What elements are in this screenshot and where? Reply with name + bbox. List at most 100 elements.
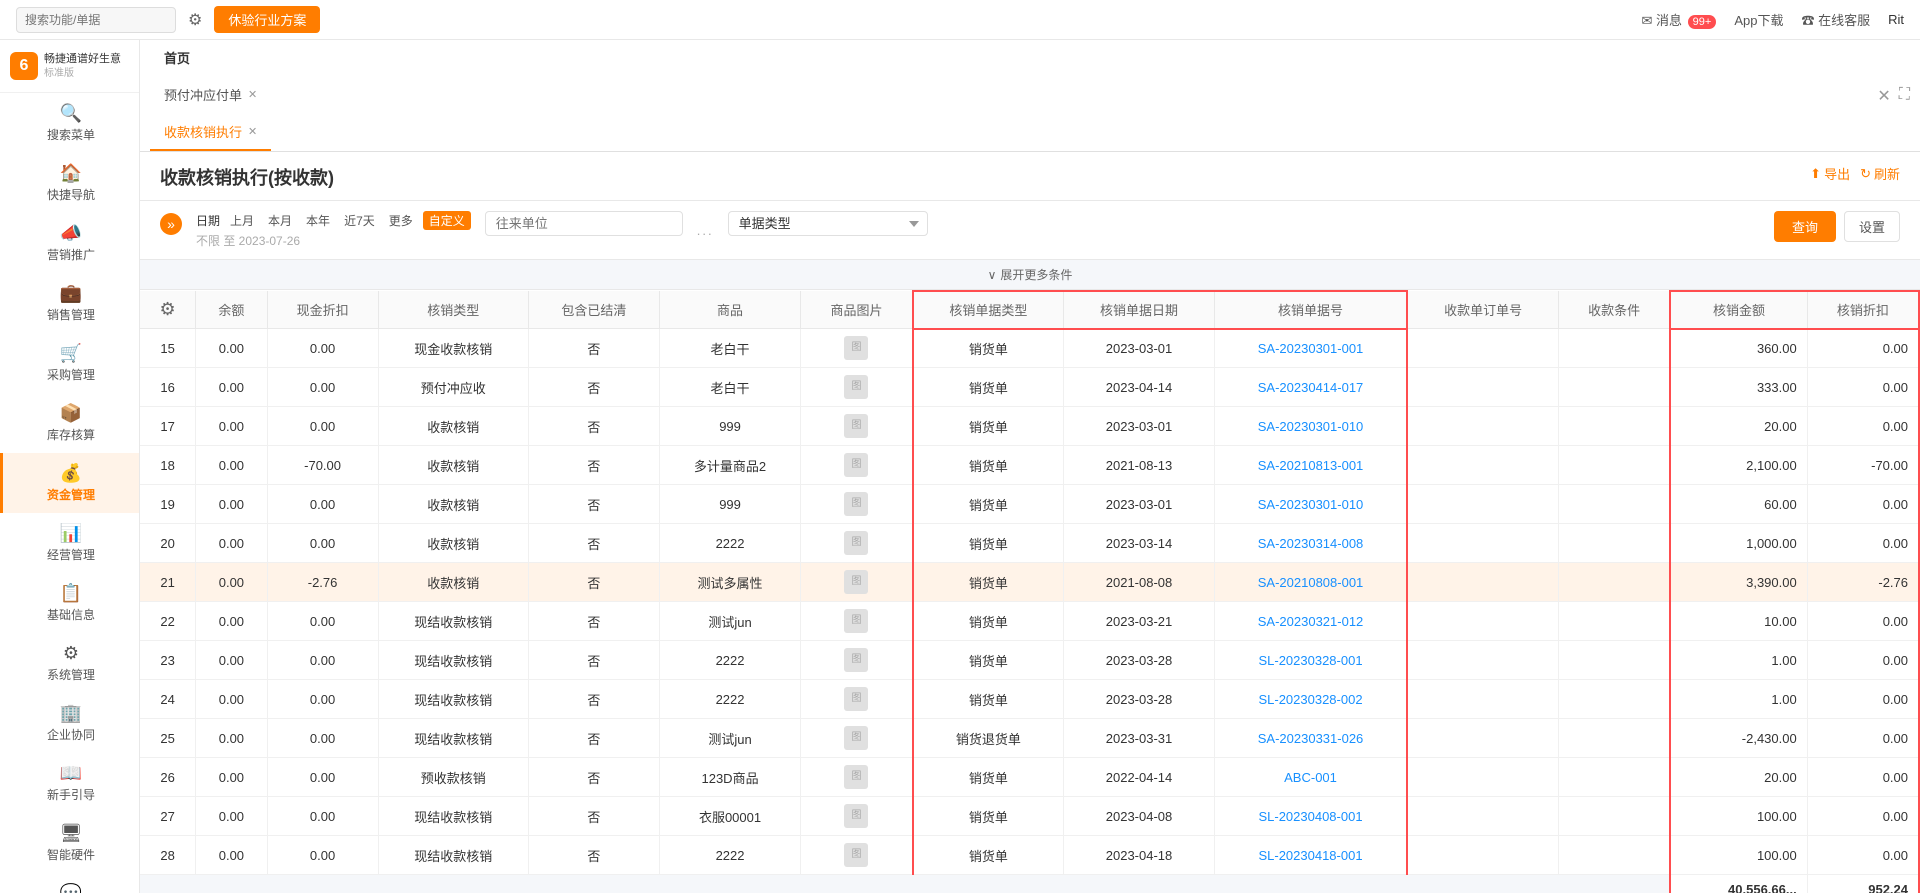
- bill-type-select[interactable]: 单据类型: [728, 211, 928, 236]
- tab-close-prepay[interactable]: ✕: [248, 88, 257, 101]
- sidebar-item-marketing[interactable]: 📣 营销推广: [0, 213, 139, 273]
- more-date-btn[interactable]: 更多: [385, 211, 417, 230]
- cell-id: 20: [140, 524, 196, 563]
- date-range-text: 不限 至 2023-07-26: [196, 232, 471, 249]
- th-cash-discount: 现金折扣: [267, 291, 378, 329]
- tab-home[interactable]: 首页: [150, 40, 271, 77]
- cell-id: 25: [140, 719, 196, 758]
- cell-wo-bill-date: 2023-04-14: [1064, 368, 1214, 407]
- refresh-button[interactable]: ↻ 刷新: [1860, 164, 1900, 183]
- cell-wo-discount: 0.00: [1807, 680, 1919, 719]
- solution-button[interactable]: 休验行业方案: [214, 6, 320, 33]
- expand-icon[interactable]: ⛶: [1899, 86, 1910, 106]
- sidebar-item-guide[interactable]: 📖 新手引导: [0, 753, 139, 813]
- table-row: 24 0.00 0.00 现结收款核销 否 2222 图 销货单 2023-03…: [140, 680, 1919, 719]
- cell-goods: 衣服00001: [659, 797, 801, 836]
- table-row: 23 0.00 0.00 现结收款核销 否 2222 图 销货单 2023-03…: [140, 641, 1919, 680]
- this-month-btn[interactable]: 本月: [264, 211, 296, 230]
- query-button[interactable]: 查询: [1774, 211, 1836, 242]
- cell-id: 15: [140, 329, 196, 368]
- cell-included-settled: 否: [529, 485, 660, 524]
- last-month-btn[interactable]: 上月: [226, 211, 258, 230]
- filter-settings-button[interactable]: 设置: [1844, 211, 1900, 242]
- tab-prepay[interactable]: 预付冲应付单✕: [150, 77, 271, 114]
- table-row: 21 0.00 -2.76 收款核销 否 测试多属性 图 销货单 2021-08…: [140, 563, 1919, 602]
- bill-no-link[interactable]: SA-20230314-008: [1258, 536, 1364, 551]
- message-label[interactable]: ✉ 消息 99+: [1642, 10, 1717, 29]
- app-download-link[interactable]: App下载: [1734, 10, 1783, 29]
- close-window-icon[interactable]: ✕: [1877, 86, 1890, 106]
- bill-no-link[interactable]: SL-20230328-001: [1258, 653, 1362, 668]
- settings-icon[interactable]: ⚙: [188, 10, 202, 30]
- cell-wo-discount: 0.00: [1807, 797, 1919, 836]
- bill-no-link[interactable]: ABC-001: [1284, 770, 1337, 785]
- cell-wo-amount: 1,000.00: [1670, 524, 1807, 563]
- bill-no-link[interactable]: SA-20230321-012: [1258, 614, 1364, 629]
- cell-wo-bill-no: SA-20230321-012: [1214, 602, 1407, 641]
- cell-goods: 999: [659, 407, 801, 446]
- cell-wo-bill-no: SA-20230331-026: [1214, 719, 1407, 758]
- cell-id: 19: [140, 485, 196, 524]
- sidebar-item-corp[interactable]: 🏢 企业协同: [0, 693, 139, 753]
- this-year-btn[interactable]: 本年: [302, 211, 334, 230]
- bill-no-link[interactable]: SL-20230328-002: [1258, 692, 1362, 707]
- bill-no-link[interactable]: SA-20230301-010: [1258, 497, 1364, 512]
- cell-receipt-order-no: [1407, 719, 1558, 758]
- cell-goods: 2222: [659, 680, 801, 719]
- sidebar-item-sales[interactable]: 💼 销售管理: [0, 273, 139, 333]
- th-remainder: 余额: [196, 291, 267, 329]
- bill-no-link[interactable]: SL-20230418-001: [1258, 848, 1362, 863]
- bill-no-link[interactable]: SL-20230408-001: [1258, 809, 1362, 824]
- cell-wo-amount: 3,390.00: [1670, 563, 1807, 602]
- cell-receipt-condition: [1559, 680, 1671, 719]
- counterparty-input[interactable]: [485, 211, 683, 236]
- sidebar-item-basic[interactable]: 📋 基础信息: [0, 573, 139, 633]
- cell-wo-bill-no: SA-20230414-017: [1214, 368, 1407, 407]
- cell-wo-bill-date: 2023-03-01: [1064, 329, 1214, 368]
- cell-wo-bill-date: 2023-03-01: [1064, 485, 1214, 524]
- th-wo-amount: 核销金额: [1670, 291, 1807, 329]
- cell-wo-bill-type: 销货单: [913, 602, 1064, 641]
- cell-wo-bill-date: 2023-04-18: [1064, 836, 1214, 875]
- table-area[interactable]: ⚙ 余额 现金折扣 核销类型 包含已结清 商品 商品图片 核销单据类型 核销单据…: [140, 290, 1920, 893]
- sidebar-item-purchase[interactable]: 🛒 采购管理: [0, 333, 139, 393]
- bill-no-link[interactable]: SA-20230331-026: [1258, 731, 1364, 746]
- online-service-link[interactable]: ☎ 在线客服: [1801, 10, 1870, 29]
- cell-wo-discount: -2.76: [1807, 563, 1919, 602]
- sidebar-item-quick-nav[interactable]: 🏠 快捷导航: [0, 153, 139, 213]
- main-content: 首页预付冲应付单✕收款核销执行✕ ✕ ⛶ 收款核销执行(按收款) ⬆ 导出 ↻ …: [140, 40, 1920, 893]
- cell-cash-discount: 0.00: [267, 836, 378, 875]
- sidebar-item-system[interactable]: ⚙ 系统管理: [0, 633, 139, 693]
- cell-goods-image: 图: [801, 797, 913, 836]
- expand-more-button[interactable]: ∨ 展开更多条件: [988, 266, 1073, 283]
- bill-no-link[interactable]: SA-20210808-001: [1258, 575, 1364, 590]
- sidebar-item-wechat[interactable]: 💬 企业微信: [0, 873, 139, 893]
- sidebar-item-inventory[interactable]: 📦 库存核算: [0, 393, 139, 453]
- bill-no-link[interactable]: SA-20230414-017: [1258, 380, 1364, 395]
- cell-receipt-order-no: [1407, 524, 1558, 563]
- sidebar-item-finance[interactable]: 💰 资金管理: [0, 453, 139, 513]
- tab-close-receivable[interactable]: ✕: [248, 125, 257, 138]
- custom-date-btn[interactable]: 自定义: [423, 211, 471, 230]
- bill-no-link[interactable]: SA-20230301-010: [1258, 419, 1364, 434]
- sidebar-item-search[interactable]: 🔍 搜索菜单: [0, 93, 139, 153]
- sidebar-item-operations[interactable]: 📊 经营管理: [0, 513, 139, 573]
- last-7days-btn[interactable]: 近7天: [340, 211, 379, 230]
- page-title: 收款核销执行(按收款): [160, 164, 334, 190]
- bill-no-link[interactable]: SA-20210813-001: [1258, 458, 1364, 473]
- cell-wo-bill-date: 2023-03-28: [1064, 680, 1214, 719]
- export-button[interactable]: ⬆ 导出: [1810, 164, 1850, 183]
- bill-no-link[interactable]: SA-20230301-001: [1258, 341, 1364, 356]
- cell-goods: 2222: [659, 524, 801, 563]
- th-gear[interactable]: ⚙: [140, 291, 196, 329]
- table-row: 18 0.00 -70.00 收款核销 否 多计量商品2 图 销货单 2021-…: [140, 446, 1919, 485]
- cell-included-settled: 否: [529, 641, 660, 680]
- cell-remainder: 0.00: [196, 446, 267, 485]
- search-input[interactable]: [16, 7, 176, 33]
- gear-icon[interactable]: ⚙: [160, 299, 176, 319]
- tab-receivable[interactable]: 收款核销执行✕: [150, 114, 271, 151]
- cell-remainder: 0.00: [196, 641, 267, 680]
- cell-wo-bill-date: 2023-03-01: [1064, 407, 1214, 446]
- filter-expand-button[interactable]: »: [160, 213, 182, 235]
- sidebar-item-hardware[interactable]: 🖥 智能硬件: [0, 813, 139, 873]
